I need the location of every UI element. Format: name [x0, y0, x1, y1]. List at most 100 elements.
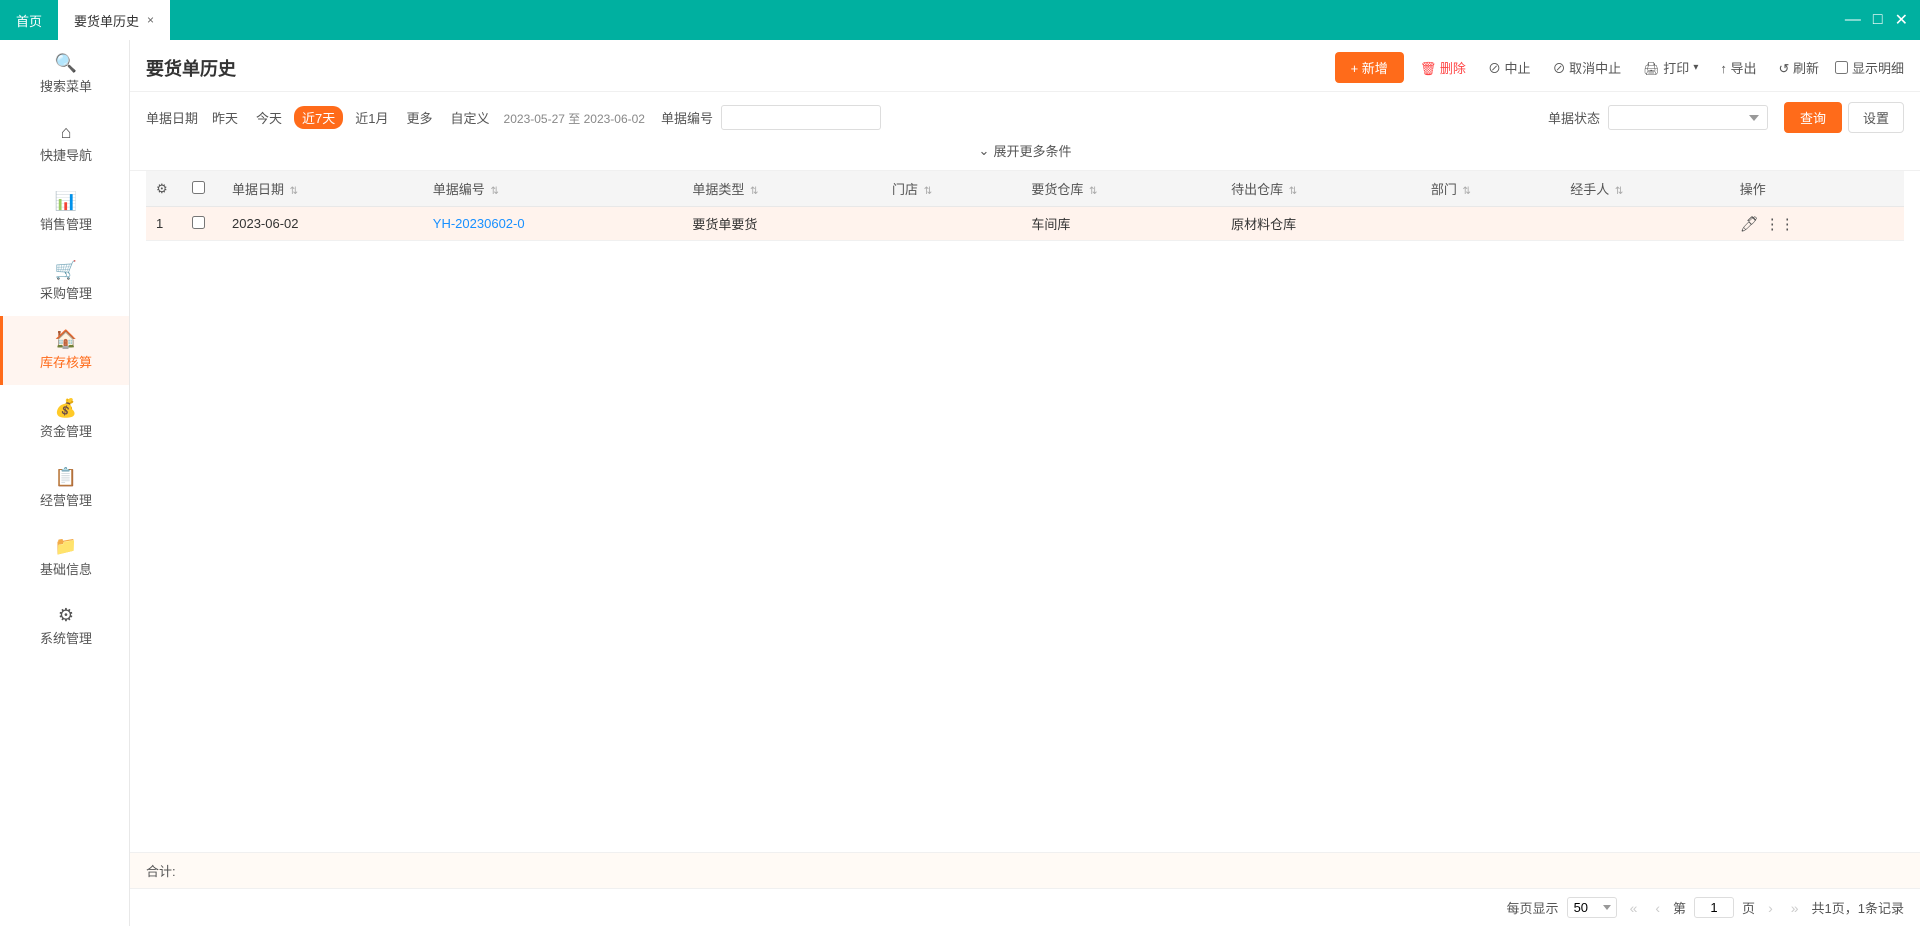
- sidebar-item-nav[interactable]: ⌂ 快捷导航: [0, 109, 129, 178]
- th-doctype[interactable]: 单据类型 ⇅: [682, 171, 882, 207]
- row-department: [1421, 207, 1560, 241]
- print-label: 🖨 打印: [1643, 58, 1689, 77]
- new-button[interactable]: + 新增: [1335, 52, 1404, 83]
- next-page-btn[interactable]: ›: [1763, 898, 1778, 918]
- settings-button[interactable]: 设置: [1848, 102, 1904, 133]
- operations-icon: 📋: [55, 468, 77, 486]
- status-filter-label: 单据状态: [1548, 108, 1600, 127]
- sort-icon-department: ⇅: [1462, 186, 1470, 197]
- toolbar: + 新增 🗑 删除 ⊘ 中止 ⊘ 取消中止 🖨 打印 ▾ ↑ 导出 ↺ 刷新 显…: [1335, 52, 1904, 83]
- th-action: 操作: [1730, 171, 1904, 207]
- row-date: 2023-06-02: [222, 207, 423, 241]
- prev-page-btn[interactable]: ‹: [1650, 898, 1665, 918]
- select-all-checkbox[interactable]: [192, 181, 205, 194]
- main-layout: 🔍 搜索菜单 ⌂ 快捷导航 📊 销售管理 🛒 采购管理 🏠 库存核算 💰 资金管…: [0, 40, 1920, 926]
- table-row: 1 2023-06-02 YH-20230602-0 要货单要货 车间库 原材料…: [146, 207, 1904, 241]
- sidebar-item-basic[interactable]: 📁 基础信息: [0, 523, 129, 592]
- th-pending-warehouse[interactable]: 待出仓库 ⇅: [1221, 171, 1421, 207]
- data-table: ⚙ 单据日期 ⇅ 单据编号 ⇅: [146, 171, 1904, 241]
- th-settings[interactable]: ⚙: [146, 171, 182, 207]
- row-index: 1: [146, 207, 182, 241]
- sidebar-item-purchase[interactable]: 🛒 采购管理: [0, 247, 129, 316]
- page-header: 要货单历史 + 新增 🗑 删除 ⊘ 中止 ⊘ 取消中止 🖨 打印 ▾ ↑ 导出 …: [130, 40, 1920, 92]
- date-btn-today[interactable]: 今天: [250, 106, 288, 129]
- th-req-warehouse[interactable]: 要货仓库 ⇅: [1021, 171, 1221, 207]
- row-pending-warehouse: 原材料仓库: [1221, 207, 1421, 241]
- pagination-bar: 每页显示 50 20 100 « ‹ 第 页 › » 共1页，1条记录: [130, 888, 1920, 926]
- purchase-icon: 🛒: [55, 261, 77, 279]
- export-button[interactable]: ↑ 导出: [1714, 54, 1762, 81]
- date-btn-7days[interactable]: 近7天: [294, 106, 343, 129]
- edit-icon[interactable]: 🖊: [1740, 215, 1759, 233]
- sidebar-item-nav-label: 快捷导航: [40, 145, 92, 164]
- sort-icon-pending-warehouse: ⇅: [1289, 186, 1297, 197]
- tab-bar: 首页 要货单历史 ×: [0, 0, 170, 40]
- tab-close-icon[interactable]: ×: [147, 13, 154, 27]
- docno-input[interactable]: [721, 105, 881, 130]
- date-range-text: 2023-05-27 至 2023-06-02: [504, 110, 645, 127]
- refresh-button[interactable]: ↺ 刷新: [1772, 54, 1825, 81]
- finance-icon: 💰: [55, 399, 77, 417]
- show-detail-checkbox[interactable]: [1835, 61, 1848, 74]
- docno-filter-group: 单据编号: [661, 105, 881, 130]
- content-area: 要货单历史 + 新增 🗑 删除 ⊘ 中止 ⊘ 取消中止 🖨 打印 ▾ ↑ 导出 …: [130, 40, 1920, 926]
- date-btn-1month[interactable]: 近1月: [349, 106, 394, 129]
- date-filter-group: 单据日期 昨天 今天 近7天 近1月 更多 自定义 2023-05-27 至 2…: [146, 106, 645, 129]
- delete-button[interactable]: 🗑 删除: [1414, 54, 1472, 81]
- date-btn-yesterday[interactable]: 昨天: [206, 106, 244, 129]
- expand-more-btn[interactable]: ⌄ 展开更多条件: [146, 141, 1904, 160]
- print-dropdown-icon[interactable]: ▾: [1693, 62, 1698, 73]
- page-suffix: 页: [1742, 898, 1755, 917]
- sidebar-item-system[interactable]: ⚙ 系统管理: [0, 592, 129, 661]
- th-store[interactable]: 门店 ⇅: [882, 171, 1021, 207]
- sidebar-item-finance[interactable]: 💰 资金管理: [0, 385, 129, 454]
- th-checkbox: [182, 171, 222, 207]
- sidebar-item-search[interactable]: 🔍 搜索菜单: [0, 40, 129, 109]
- date-btn-custom[interactable]: 自定义: [445, 106, 496, 129]
- maximize-icon[interactable]: □: [1873, 11, 1883, 29]
- nav-icon: ⌂: [61, 123, 72, 141]
- sidebar-item-inventory-label: 库存核算: [40, 352, 92, 371]
- date-btn-more[interactable]: 更多: [401, 106, 439, 129]
- query-button[interactable]: 查询: [1784, 102, 1842, 133]
- basic-icon: 📁: [55, 537, 77, 555]
- docno-filter-label: 单据编号: [661, 108, 713, 127]
- th-department[interactable]: 部门 ⇅: [1421, 171, 1560, 207]
- date-shortcuts: 昨天 今天 近7天 近1月 更多 自定义: [206, 106, 496, 129]
- filter-row: 单据日期 昨天 今天 近7天 近1月 更多 自定义 2023-05-27 至 2…: [146, 102, 1904, 133]
- last-page-btn[interactable]: »: [1786, 898, 1804, 918]
- sidebar-item-inventory[interactable]: 🏠 库存核算: [0, 316, 129, 385]
- summary-label: 合计:: [146, 864, 176, 879]
- per-page-select[interactable]: 50 20 100: [1567, 897, 1617, 918]
- sidebar-item-operations-label: 经营管理: [40, 490, 92, 509]
- show-detail-toggle[interactable]: 显示明细: [1835, 58, 1904, 77]
- sidebar-item-purchase-label: 采购管理: [40, 283, 92, 302]
- sidebar-item-operations[interactable]: 📋 经营管理: [0, 454, 129, 523]
- sort-icon-date: ⇅: [290, 186, 298, 197]
- close-icon[interactable]: ✕: [1895, 10, 1908, 30]
- settings-icon[interactable]: ⚙: [156, 181, 168, 196]
- th-docno[interactable]: 单据编号 ⇅: [423, 171, 683, 207]
- sidebar-item-sales-label: 销售管理: [40, 214, 92, 233]
- more-icon[interactable]: ⋮⋮: [1765, 215, 1795, 233]
- suspend-button[interactable]: ⊘ 中止: [1482, 54, 1537, 81]
- first-page-btn[interactable]: «: [1625, 898, 1643, 918]
- sidebar-item-system-label: 系统管理: [40, 628, 92, 647]
- show-detail-label-text: 显示明细: [1852, 58, 1904, 77]
- filter-area: 单据日期 昨天 今天 近7天 近1月 更多 自定义 2023-05-27 至 2…: [130, 92, 1920, 171]
- sidebar-item-sales[interactable]: 📊 销售管理: [0, 178, 129, 247]
- th-handler[interactable]: 经手人 ⇅: [1560, 171, 1730, 207]
- sort-icon-store: ⇅: [924, 186, 932, 197]
- print-button[interactable]: 🖨 打印 ▾: [1637, 54, 1704, 81]
- page-input[interactable]: [1694, 897, 1734, 918]
- row-docno-link[interactable]: YH-20230602-0: [433, 216, 525, 231]
- tab-home[interactable]: 首页: [0, 0, 58, 40]
- tab-doc-history[interactable]: 要货单历史 ×: [58, 0, 170, 40]
- th-date[interactable]: 单据日期 ⇅: [222, 171, 423, 207]
- status-select[interactable]: [1608, 105, 1768, 130]
- row-docno[interactable]: YH-20230602-0: [423, 207, 683, 241]
- row-select-checkbox[interactable]: [192, 216, 205, 229]
- minimize-icon[interactable]: —: [1845, 11, 1861, 29]
- cancel-suspend-button[interactable]: ⊘ 取消中止: [1547, 54, 1628, 81]
- sidebar-item-basic-label: 基础信息: [40, 559, 92, 578]
